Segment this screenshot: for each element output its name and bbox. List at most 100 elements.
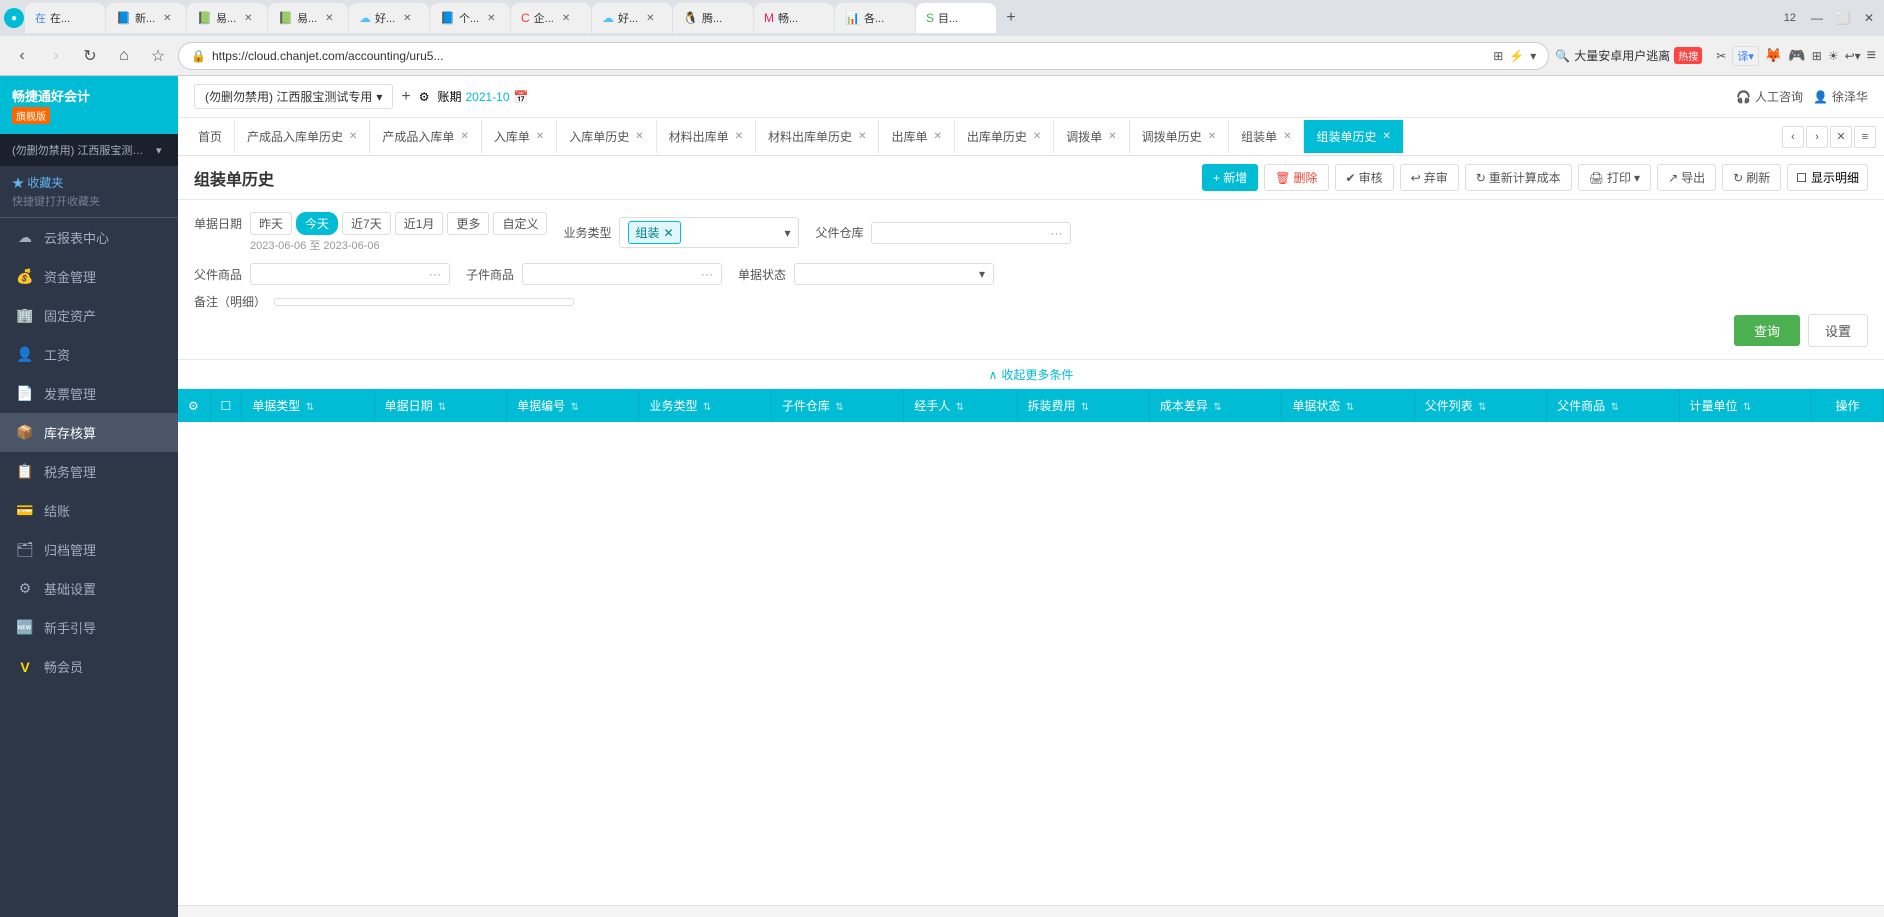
- order-status-dropdown-icon[interactable]: ▾: [979, 267, 985, 281]
- close-assembly-hist[interactable]: ✕: [1383, 131, 1391, 142]
- minimize-button[interactable]: —: [1806, 7, 1828, 29]
- print-button[interactable]: 🖨 打印 ▾: [1578, 164, 1651, 191]
- menu-tab-prod-in[interactable]: 产成品入库单 ✕: [370, 120, 481, 153]
- add-button[interactable]: +: [401, 88, 410, 106]
- settings-filter-button[interactable]: 设置: [1808, 314, 1868, 347]
- th-sub-warehouse[interactable]: 子件仓库 ⇅: [771, 389, 903, 422]
- menu-tab-in-hist[interactable]: 入库单历史 ✕: [557, 120, 656, 153]
- close-mat-out[interactable]: ✕: [735, 131, 743, 142]
- th-number[interactable]: 单据编号 ⇅: [507, 389, 639, 422]
- scissors-icon[interactable]: ✂: [1716, 49, 1726, 63]
- th-disassembly[interactable]: 拆装费用 ⇅: [1017, 389, 1149, 422]
- sidebar-item-inventory[interactable]: 📦 库存核算: [0, 413, 178, 452]
- th-type[interactable]: 单据类型 ⇅: [242, 389, 374, 422]
- yesterday-button[interactable]: 昨天: [250, 212, 292, 235]
- menu-tab-in-order[interactable]: 入库单 ✕: [482, 120, 557, 153]
- brightness-icon[interactable]: ☀: [1828, 49, 1839, 63]
- menu-tab-out-hist[interactable]: 出库单历史 ✕: [955, 120, 1054, 153]
- tab-close-3[interactable]: ✕: [244, 13, 252, 24]
- refresh-button[interactable]: ↻ 刷新: [1722, 164, 1781, 191]
- biz-type-input[interactable]: 组装 ✕ ▾: [619, 217, 799, 248]
- recalculate-button[interactable]: ↻ 重新计算成本: [1465, 164, 1572, 191]
- nav-left-button[interactable]: ‹: [1782, 126, 1804, 148]
- th-handler[interactable]: 经手人 ⇅: [904, 389, 1017, 422]
- sidebar-item-guide[interactable]: 🆕 新手引导: [0, 608, 178, 647]
- sidebar-item-archive[interactable]: 🗂 归档管理: [0, 530, 178, 569]
- sidebar-header[interactable]: 畅捷通好会计 旗舰版: [0, 76, 178, 134]
- sidebar-item-fund[interactable]: 💰 资金管理: [0, 257, 178, 296]
- th-parent-goods[interactable]: 父件商品 ⇅: [1547, 389, 1679, 422]
- parent-goods-more[interactable]: ···: [429, 267, 441, 281]
- company-selector-top[interactable]: (勿删勿禁用) 江西服宝测试专用 ▾: [194, 84, 393, 109]
- tab-menu-button[interactable]: ≡: [1854, 126, 1876, 148]
- refresh-browser-button[interactable]: ↻: [76, 42, 104, 70]
- menu-tab-home[interactable]: 首页: [186, 120, 235, 153]
- settings-gear-button[interactable]: ⚙: [419, 90, 430, 104]
- th-parent-list[interactable]: 父件列表 ⇅: [1414, 389, 1546, 422]
- parent-warehouse-more[interactable]: ···: [1050, 226, 1062, 240]
- export-button[interactable]: ↗ 导出: [1657, 164, 1716, 191]
- period-selector[interactable]: 账期 2021-10 📅: [437, 88, 528, 105]
- today-button[interactable]: 今天: [296, 212, 338, 235]
- menu-tab-transfer-hist[interactable]: 调拨单历史 ✕: [1130, 120, 1229, 153]
- th-date[interactable]: 单据日期 ⇅: [374, 389, 506, 422]
- bookmark-button[interactable]: ☆: [144, 42, 172, 70]
- browser-tab-4[interactable]: 📗 易... ✕: [268, 3, 348, 33]
- custom-date-button[interactable]: 自定义: [493, 212, 547, 235]
- close-out-order[interactable]: ✕: [933, 131, 941, 142]
- checkbox-all[interactable]: ☐: [221, 399, 232, 413]
- user-button[interactable]: 👤 徐泽华: [1813, 88, 1868, 105]
- parent-warehouse-input[interactable]: ···: [871, 222, 1071, 244]
- menu-tab-mat-out-hist[interactable]: 材料出库单历史 ✕: [756, 120, 879, 153]
- menu-tab-mat-out[interactable]: 材料出库单 ✕: [657, 120, 756, 153]
- tab-close-4[interactable]: ✕: [325, 13, 333, 24]
- sidebar-item-tax[interactable]: 📋 税务管理: [0, 452, 178, 491]
- close-transfer-hist[interactable]: ✕: [1208, 131, 1216, 142]
- remark-input[interactable]: [274, 298, 574, 306]
- close-prod-in[interactable]: ✕: [460, 131, 468, 142]
- browser-tab-5[interactable]: ☁ 好... ✕: [349, 3, 429, 33]
- sidebar-item-payroll[interactable]: 👤 工资: [0, 335, 178, 374]
- browser-tab-6[interactable]: 📘 个... ✕: [430, 3, 510, 33]
- browser-tab-11[interactable]: 📊 各...: [835, 3, 915, 33]
- emoji-icon[interactable]: 🦊: [1765, 47, 1782, 64]
- collapse-bar[interactable]: ∧ 收起更多条件: [178, 359, 1884, 389]
- show-detail-checkbox[interactable]: ☐ 显示明细: [1787, 164, 1868, 191]
- tab-close-8[interactable]: ✕: [646, 13, 654, 24]
- biz-type-dropdown-icon[interactable]: ▾: [784, 226, 790, 240]
- order-status-input[interactable]: ▾: [794, 263, 994, 285]
- menu-tab-assembly-hist[interactable]: 组装单历史 ✕: [1304, 120, 1403, 153]
- back-button[interactable]: ‹: [8, 42, 36, 70]
- url-bar[interactable]: 🔒 https://cloud.chanjet.com/accounting/u…: [178, 42, 1549, 70]
- th-biz-type[interactable]: 业务类型 ⇅: [639, 389, 771, 422]
- close-transfer[interactable]: ✕: [1108, 131, 1116, 142]
- parent-goods-input[interactable]: ···: [250, 263, 450, 285]
- sidebar-item-checkout[interactable]: 💳 结账: [0, 491, 178, 530]
- browser-tab-3[interactable]: 📗 易... ✕: [187, 3, 267, 33]
- close-mat-out-hist[interactable]: ✕: [858, 131, 866, 142]
- game-icon[interactable]: 🎮: [1788, 47, 1805, 64]
- browser-tab-9[interactable]: 🐧 腾...: [673, 3, 753, 33]
- close-all-button[interactable]: ✕: [1830, 126, 1852, 148]
- query-button[interactable]: 查询: [1734, 315, 1800, 346]
- close-in-order[interactable]: ✕: [536, 131, 544, 142]
- maximize-button[interactable]: ⬜: [1832, 7, 1854, 29]
- close-in-hist[interactable]: ✕: [635, 131, 643, 142]
- th-cost-diff[interactable]: 成本差异 ⇅: [1149, 389, 1281, 422]
- browser-tab-2[interactable]: 📘 新... ✕: [106, 3, 186, 33]
- sub-goods-more[interactable]: ···: [701, 267, 713, 281]
- sidebar-item-member[interactable]: V 畅会员: [0, 647, 178, 686]
- audit-button[interactable]: ✔ 审核: [1335, 164, 1394, 191]
- tab-close-2[interactable]: ✕: [163, 13, 171, 24]
- translate-icon[interactable]: 译▾: [1732, 46, 1759, 66]
- sidebar-item-fixed-assets[interactable]: 🏢 固定资产: [0, 296, 178, 335]
- delete-button[interactable]: 🗑 删除: [1264, 164, 1328, 191]
- new-tab-button[interactable]: +: [997, 4, 1025, 32]
- nav-right-button[interactable]: ›: [1806, 126, 1828, 148]
- service-button[interactable]: 🎧 人工咨询: [1736, 88, 1803, 105]
- sidebar-item-settings[interactable]: ⚙ 基础设置: [0, 569, 178, 608]
- tab-close-5[interactable]: ✕: [403, 13, 411, 24]
- grid-icon[interactable]: ⊞: [1812, 49, 1822, 63]
- close-button[interactable]: ✕: [1858, 7, 1880, 29]
- browser-tab-12[interactable]: S 目...: [916, 3, 996, 33]
